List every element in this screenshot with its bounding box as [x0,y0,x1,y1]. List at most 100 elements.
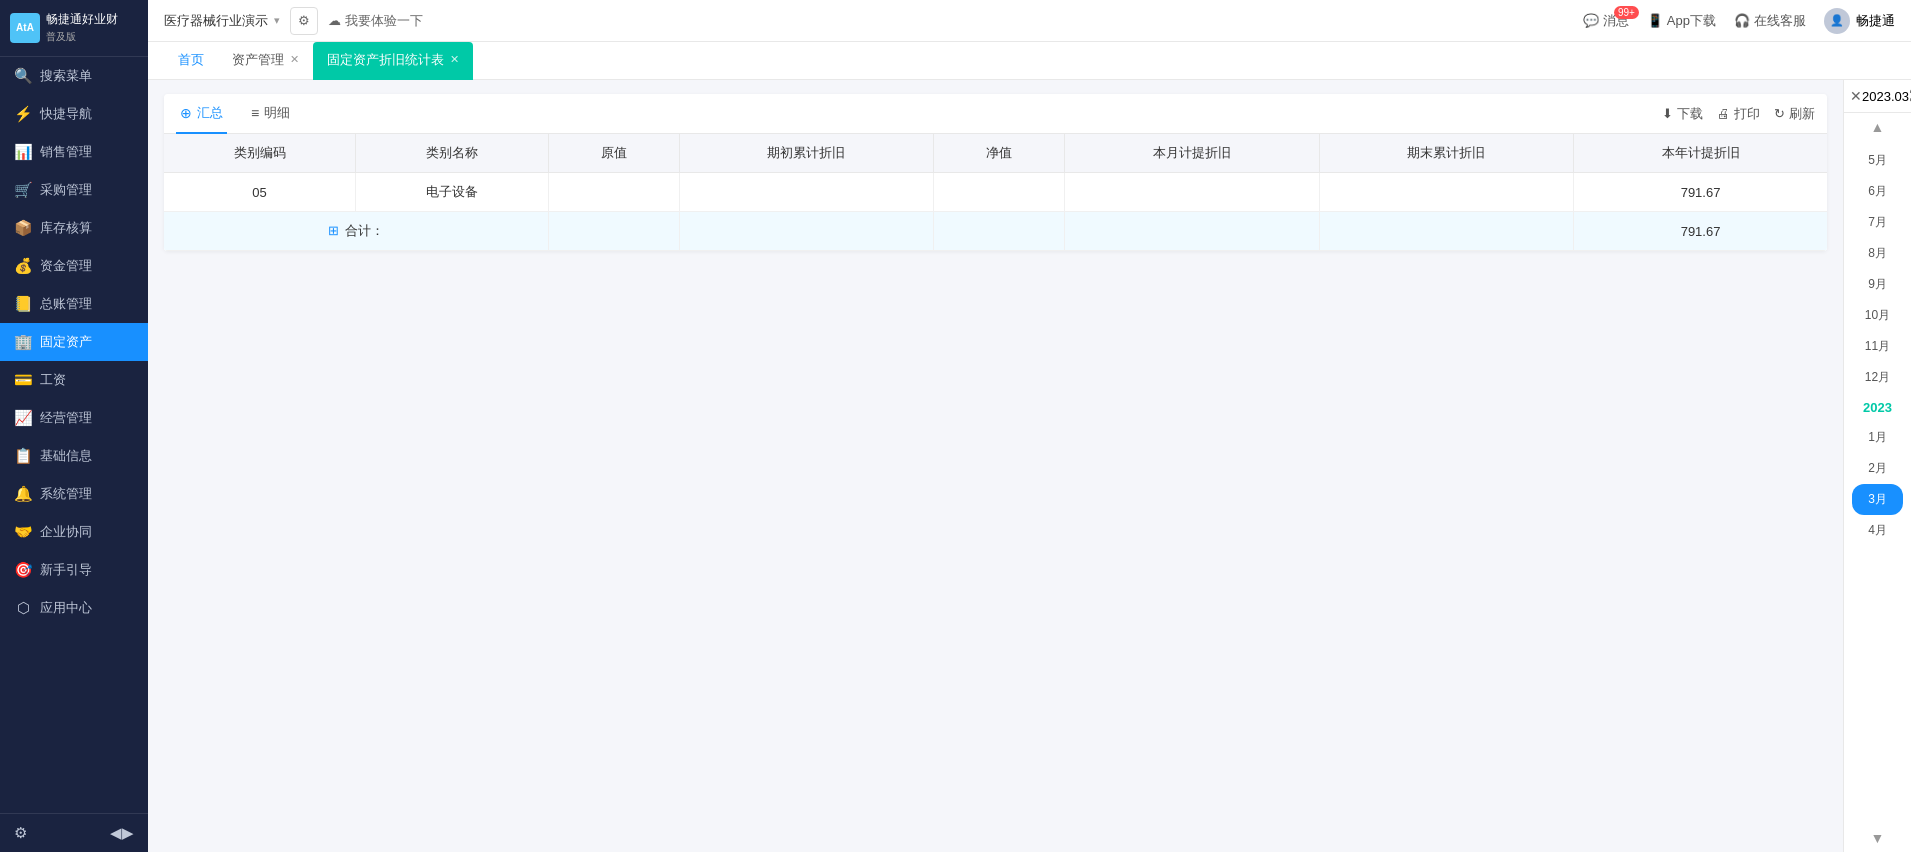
total-monthly [1064,212,1319,251]
sidebar-item-quicknav[interactable]: ⚡ 快捷导航 [0,95,148,133]
refresh-label: 刷新 [1789,105,1815,123]
sidebar-item-operations[interactable]: 📈 经营管理 [0,399,148,437]
purchase-icon: 🛒 [14,181,32,199]
download-button[interactable]: ⬇ 下载 [1662,105,1703,123]
tab-home[interactable]: 首页 [164,42,218,80]
close-icon[interactable]: ✕ [450,53,459,66]
col-original: 原值 [548,134,679,173]
total-net [934,212,1065,251]
sidebar-item-label: 销售管理 [40,143,92,161]
sidebar-item-basic-info[interactable]: 📋 基础信息 [0,437,148,475]
sidebar-item-fixed-assets[interactable]: 🏢 固定资产 [0,323,148,361]
cloud-icon: ☁ [328,13,341,28]
date-scroll-up[interactable]: ▲ [1844,113,1911,141]
main-area: 医疗器械行业演示 ▾ ⚙ ☁ 我要体验一下 💬 消息 99+ 📱 App下载 🎧… [148,0,1911,852]
col-beginning-accumulated: 期初累计折旧 [679,134,934,173]
sales-icon: 📊 [14,143,32,161]
topbar: 医疗器械行业演示 ▾ ⚙ ☁ 我要体验一下 💬 消息 99+ 📱 App下载 🎧… [148,0,1911,42]
cell-code: 05 [164,173,356,212]
sidebar-item-label: 经营管理 [40,409,92,427]
sidebar-item-collaboration[interactable]: 🤝 企业协同 [0,513,148,551]
sidebar-item-payroll[interactable]: 💳 工资 [0,361,148,399]
settings-button[interactable]: ⚙ [290,7,318,35]
month-item-1[interactable]: 1月 [1844,422,1911,453]
experience-label: 我要体验一下 [345,12,423,30]
username: 畅捷通 [1856,12,1895,30]
sidebar-item-label: 快捷导航 [40,105,92,123]
sidebar-item-label: 企业协同 [40,523,92,541]
experience-button[interactable]: ☁ 我要体验一下 [328,12,423,30]
logo-title: 畅捷通好业财 [46,12,118,28]
sidebar-item-guide[interactable]: 🎯 新手引导 [0,551,148,589]
month-item-9[interactable]: 9月 [1844,269,1911,300]
chevron-down-icon: ▾ [274,14,280,27]
sidebar-item-app-center[interactable]: ⬡ 应用中心 [0,589,148,627]
messages-badge: 99+ [1614,6,1639,19]
month-item-4[interactable]: 4月 [1844,515,1911,546]
user-menu[interactable]: 👤 畅捷通 [1824,8,1895,34]
app-download-button[interactable]: 📱 App下载 [1647,12,1716,30]
company-name: 医疗器械行业演示 [164,12,268,30]
sidebar-item-search[interactable]: 🔍 搜索菜单 [0,57,148,95]
tab-depreciation-report[interactable]: 固定资产折旧统计表 ✕ [313,42,473,80]
cell-ending-accumulated [1319,173,1574,212]
avatar: 👤 [1824,8,1850,34]
month-item-3-active[interactable]: 3月 [1852,484,1903,515]
month-item-5[interactable]: 5月 [1844,145,1911,176]
company-selector[interactable]: 医疗器械行业演示 ▾ [164,12,280,30]
sub-tab-label: 明细 [264,104,290,122]
date-panel: ✕ 2023.03 ⛶ ▲ 5月 6月 7月 8月 9月 10月 11月 12月… [1843,80,1911,852]
month-item-12[interactable]: 12月 [1844,362,1911,393]
month-item-10[interactable]: 10月 [1844,300,1911,331]
month-item-8[interactable]: 8月 [1844,238,1911,269]
cell-original [548,173,679,212]
sub-tab-detail[interactable]: ≡ 明细 [247,94,294,134]
sidebar-item-label: 采购管理 [40,181,92,199]
refresh-button[interactable]: ↻ 刷新 [1774,105,1815,123]
sidebar-item-label: 工资 [40,371,66,389]
print-label: 打印 [1734,105,1760,123]
sidebar-item-inventory[interactable]: 📦 库存核算 [0,209,148,247]
collaboration-icon: 🤝 [14,523,32,541]
sidebar-item-label: 应用中心 [40,599,92,617]
messages-button[interactable]: 💬 消息 99+ [1583,12,1629,30]
col-monthly: 本月计提折旧 [1064,134,1319,173]
tab-asset-management[interactable]: 资产管理 ✕ [218,42,313,80]
online-service-button[interactable]: 🎧 在线客服 [1734,12,1806,30]
sidebar-item-ledger[interactable]: 📒 总账管理 [0,285,148,323]
total-original [548,212,679,251]
tab-label: 资产管理 [232,51,284,69]
sidebar-nav: 🔍 搜索菜单 ⚡ 快捷导航 📊 销售管理 🛒 采购管理 📦 库存核算 💰 资金管… [0,57,148,813]
month-item-6[interactable]: 6月 [1844,176,1911,207]
sidebar-item-label: 新手引导 [40,561,92,579]
app-download-label: App下载 [1667,12,1716,30]
close-panel-icon[interactable]: ✕ [1850,88,1862,104]
col-name: 类别名称 [356,134,549,173]
sidebar-item-system[interactable]: 🔔 系统管理 [0,475,148,513]
system-icon: 🔔 [14,485,32,503]
sidebar-bottom: ⚙ ◀▶ [0,813,148,852]
month-item-7[interactable]: 7月 [1844,207,1911,238]
ledger-icon: 📒 [14,295,32,313]
sidebar-item-purchase[interactable]: 🛒 采购管理 [0,171,148,209]
col-net: 净值 [934,134,1065,173]
sub-tab-summary[interactable]: ⊕ 汇总 [176,94,227,134]
total-icon: ⊞ [328,223,339,238]
report-card: ⊕ 汇总 ≡ 明细 ⬇ 下载 🖨 [164,94,1827,251]
settings-icon[interactable]: ⚙ [14,824,27,842]
print-button[interactable]: 🖨 打印 [1717,105,1760,123]
app-center-icon: ⬡ [14,599,32,617]
table-toolbar: ⬇ 下载 🖨 打印 ↻ 刷新 [1662,105,1815,123]
cell-net [934,173,1065,212]
inventory-icon: 📦 [14,219,32,237]
month-item-2[interactable]: 2月 [1844,453,1911,484]
quick-nav-icon: ⚡ [14,105,32,123]
sidebar-item-sales[interactable]: 📊 销售管理 [0,133,148,171]
month-item-11[interactable]: 11月 [1844,331,1911,362]
basic-info-icon: 📋 [14,447,32,465]
sidebar-item-finance[interactable]: 💰 资金管理 [0,247,148,285]
date-scroll-down[interactable]: ▼ [1844,824,1911,852]
collapse-icon[interactable]: ◀▶ [110,824,134,842]
close-icon[interactable]: ✕ [290,53,299,66]
sidebar-item-label: 固定资产 [40,333,92,351]
